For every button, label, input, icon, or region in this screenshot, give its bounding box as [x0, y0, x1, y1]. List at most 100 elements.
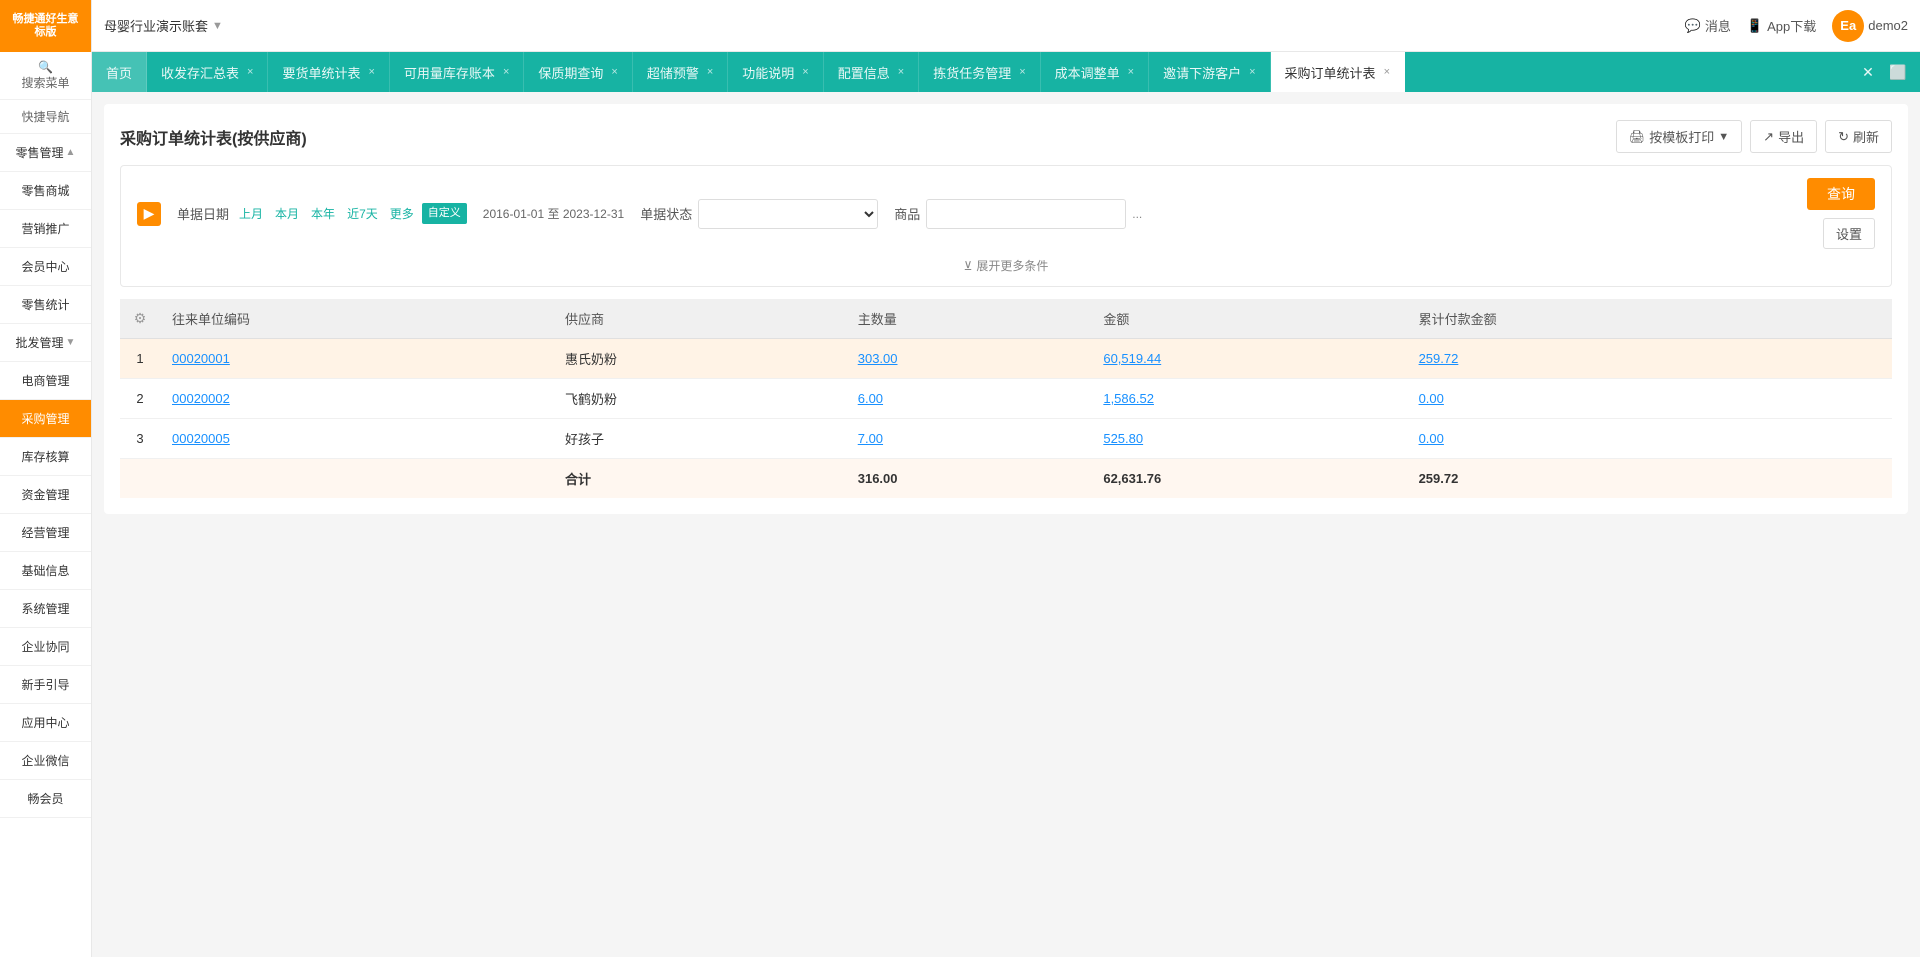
- sidebar-item-member[interactable]: 会员中心: [0, 248, 91, 286]
- date-shortcut-last-month[interactable]: 上月: [235, 203, 267, 224]
- date-filter-label: 单据日期: [177, 204, 229, 223]
- tab-overstock-warning[interactable]: 超储预警 ×: [633, 52, 728, 92]
- quantity-link[interactable]: 7.00: [858, 431, 883, 446]
- unit-code-link[interactable]: 00020005: [172, 431, 230, 446]
- sidebar-item-retail-mall[interactable]: 零售商城: [0, 172, 91, 210]
- date-shortcuts: 上月 本月 本年 近7天 更多 自定义: [235, 203, 467, 224]
- sidebar-item-retail[interactable]: 零售管理 ▲: [0, 134, 91, 172]
- close-icon[interactable]: ×: [707, 66, 713, 78]
- close-icon[interactable]: ×: [1019, 66, 1025, 78]
- download-icon: 📱: [1747, 18, 1763, 34]
- amount-link[interactable]: 525.80: [1103, 431, 1143, 446]
- paid-amount-link[interactable]: 259.72: [1419, 351, 1459, 366]
- sidebar-item-label: 搜索菜单: [6, 74, 85, 91]
- tab-func-desc[interactable]: 功能说明 ×: [728, 52, 823, 92]
- tab-collect-pay[interactable]: 收发存汇总表 ×: [147, 52, 268, 92]
- goods-input[interactable]: [926, 199, 1126, 229]
- column-settings-icon[interactable]: ⚙: [134, 310, 147, 326]
- close-icon[interactable]: ×: [368, 66, 374, 78]
- paid-amount-link[interactable]: 0.00: [1419, 431, 1444, 446]
- unit-code-link[interactable]: 00020002: [172, 391, 230, 406]
- close-icon[interactable]: ×: [898, 66, 904, 78]
- query-button[interactable]: 查询: [1807, 178, 1875, 210]
- cell-spacer: [1800, 419, 1892, 459]
- tab-available-stock[interactable]: 可用量库存账本 ×: [390, 52, 524, 92]
- export-button[interactable]: ↗ 导出: [1750, 120, 1817, 153]
- export-label: 导出: [1778, 127, 1804, 146]
- tab-cost-adjust[interactable]: 成本调整单 ×: [1041, 52, 1149, 92]
- sidebar-item-search[interactable]: 🔍 搜索菜单: [0, 52, 91, 100]
- workspace-selector[interactable]: 母婴行业演示账套 ▼: [104, 16, 223, 35]
- date-shortcut-this-year[interactable]: 本年: [307, 203, 339, 224]
- sidebar-item-member2[interactable]: 畅会员: [0, 780, 91, 818]
- sidebar-item-app-center[interactable]: 应用中心: [0, 704, 91, 742]
- paid-amount-link[interactable]: 0.00: [1419, 391, 1444, 406]
- sidebar-item-retail-stats[interactable]: 零售统计: [0, 286, 91, 324]
- page-card: 采购订单统计表(按供应商) 🖨 按模板打印 ▼ ↗ 导出 ↻ 刷新: [104, 104, 1908, 514]
- sidebar-item-wholesale[interactable]: 批发管理 ▼: [0, 324, 91, 362]
- tab-config-info[interactable]: 配置信息 ×: [824, 52, 919, 92]
- filter-row: ▶ 单据日期 上月 本月 本年 近7天 更多 自定义: [137, 178, 1875, 249]
- message-button[interactable]: 💬 消息: [1685, 16, 1731, 35]
- sidebar-item-new-guide[interactable]: 新手引导: [0, 666, 91, 704]
- settings-button[interactable]: 设置: [1823, 218, 1875, 249]
- sidebar-item-label: 畅会员: [27, 790, 63, 807]
- cell-index: 1: [120, 339, 160, 379]
- sidebar-item-label: 营销推广: [21, 220, 69, 237]
- tab-purchase-stats[interactable]: 采购订单统计表 ×: [1271, 52, 1405, 92]
- close-icon[interactable]: ×: [1128, 66, 1134, 78]
- query-actions: 查询 设置: [1807, 178, 1875, 249]
- topbar-right: 💬 消息 📱 App下载 Ea demo2: [1685, 10, 1908, 42]
- expand-button[interactable]: ⊻ 展开更多条件: [964, 257, 1049, 274]
- sidebar-item-marketing[interactable]: 营销推广: [0, 210, 91, 248]
- sidebar-item-label: 库存核算: [21, 448, 69, 465]
- page-actions: 🖨 按模板打印 ▼ ↗ 导出 ↻ 刷新: [1616, 120, 1892, 153]
- sidebar-item-enterprise[interactable]: 企业协同: [0, 628, 91, 666]
- sidebar-item-quick-nav[interactable]: 快捷导航: [0, 100, 91, 134]
- user-menu[interactable]: Ea demo2: [1832, 10, 1908, 42]
- close-icon[interactable]: ×: [1249, 66, 1255, 78]
- sidebar-item-system[interactable]: 系统管理: [0, 590, 91, 628]
- sidebar-item-ecommerce[interactable]: 电商管理: [0, 362, 91, 400]
- cell-spacer: [1800, 379, 1892, 419]
- quantity-link[interactable]: 6.00: [858, 391, 883, 406]
- filter-toggle-button[interactable]: ▶: [137, 202, 161, 226]
- date-custom-badge[interactable]: 自定义: [422, 203, 467, 224]
- chevron-down-icon: ▼: [66, 337, 76, 348]
- tab-expiry-query[interactable]: 保质期查询 ×: [524, 52, 632, 92]
- tab-invite-customer[interactable]: 邀请下游客户 ×: [1149, 52, 1270, 92]
- status-select[interactable]: [698, 199, 878, 229]
- close-icon[interactable]: ×: [611, 66, 617, 78]
- amount-link[interactable]: 1,586.52: [1103, 391, 1154, 406]
- close-tab-button[interactable]: ✕: [1854, 58, 1882, 86]
- tab-pick-task[interactable]: 拣货任务管理 ×: [919, 52, 1040, 92]
- export-icon: ↗: [1763, 129, 1774, 145]
- date-shortcut-more[interactable]: 更多: [386, 203, 418, 224]
- sidebar-item-inventory[interactable]: 库存核算: [0, 438, 91, 476]
- sidebar-item-label: 批发管理: [16, 334, 64, 351]
- quantity-link[interactable]: 303.00: [858, 351, 898, 366]
- refresh-button[interactable]: ↻ 刷新: [1825, 120, 1892, 153]
- goods-more-button[interactable]: ...: [1132, 207, 1142, 221]
- amount-link[interactable]: 60,519.44: [1103, 351, 1161, 366]
- date-shortcut-this-month[interactable]: 本月: [271, 203, 303, 224]
- app-download-button[interactable]: 📱 App下载: [1747, 16, 1816, 35]
- sidebar-item-purchase[interactable]: 采购管理: [0, 400, 91, 438]
- maximize-button[interactable]: ⬜: [1884, 58, 1912, 86]
- close-icon[interactable]: ×: [802, 66, 808, 78]
- chevron-down-icon: ▼: [1718, 131, 1729, 143]
- date-shortcut-7days[interactable]: 近7天: [343, 203, 382, 224]
- sidebar-item-basic-info[interactable]: 基础信息: [0, 552, 91, 590]
- sidebar-item-enterprise-wechat[interactable]: 企业微信: [0, 742, 91, 780]
- close-icon[interactable]: ×: [1384, 66, 1390, 78]
- sidebar-item-label: 快捷导航: [6, 108, 85, 125]
- close-icon[interactable]: ×: [503, 66, 509, 78]
- close-icon[interactable]: ×: [247, 66, 253, 78]
- tab-home[interactable]: 首页: [92, 52, 147, 92]
- sidebar-item-operations[interactable]: 经营管理: [0, 514, 91, 552]
- print-button[interactable]: 🖨 按模板打印 ▼: [1616, 120, 1742, 153]
- cell-quantity: 303.00: [846, 339, 1092, 379]
- tab-goods-stats[interactable]: 要货单统计表 ×: [268, 52, 389, 92]
- sidebar-item-finance[interactable]: 资金管理: [0, 476, 91, 514]
- unit-code-link[interactable]: 00020001: [172, 351, 230, 366]
